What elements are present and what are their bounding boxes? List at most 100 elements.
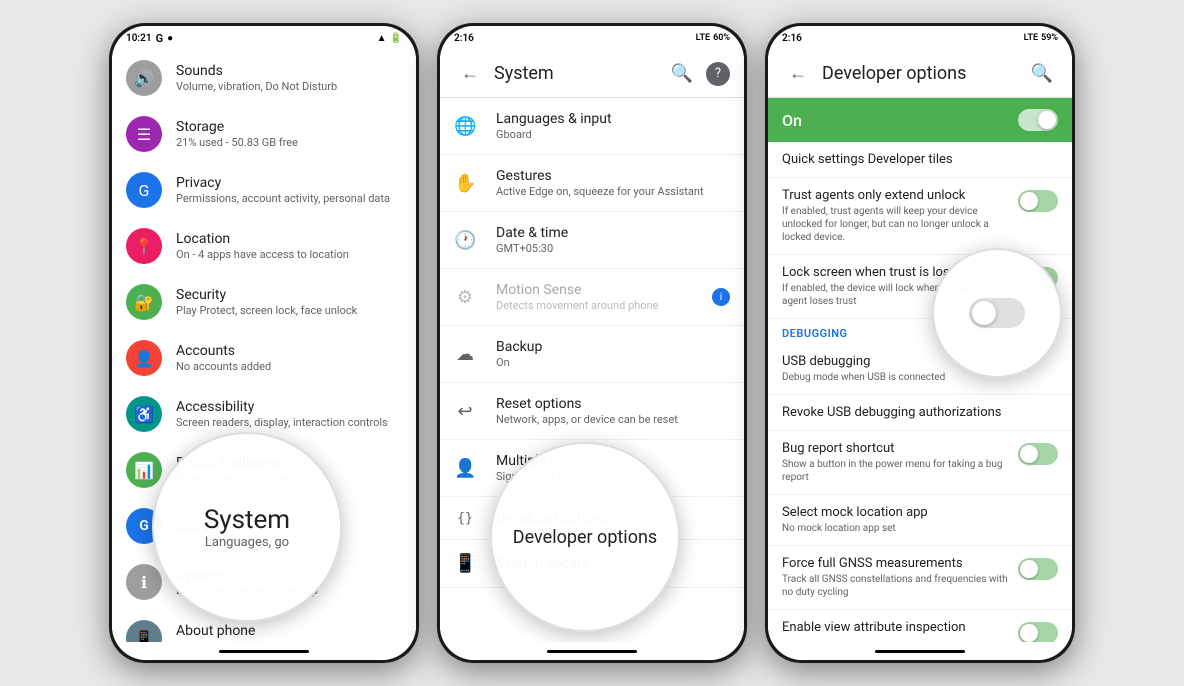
time-2: 2:16	[454, 33, 474, 44]
status-left-3: 2:16	[782, 33, 802, 44]
time-3: 2:16	[782, 33, 802, 44]
dev-setting-mock[interactable]: Select mock location app No mock locatio…	[768, 495, 1072, 546]
app-bar-3: ← Developer options 🔍	[768, 50, 1072, 98]
view-attr-toggle[interactable]	[1018, 622, 1058, 642]
datetime-subtitle: GMT+05:30	[496, 242, 730, 255]
status-bar-2: 2:16 LTE 60%	[440, 26, 744, 50]
dev-setting-view-attr-text: Enable view attribute inspection	[782, 620, 1010, 635]
gnss-toggle[interactable]	[1018, 558, 1058, 580]
menu-reset[interactable]: ↩ Reset options Network, apps, or device…	[440, 383, 744, 440]
dev-setting-quick[interactable]: Quick settings Developer tiles	[768, 142, 1072, 178]
dev-setting-bug-subtitle: Show a button in the power menu for taki…	[782, 458, 1010, 484]
system-icon: ℹ	[126, 564, 162, 600]
dev-setting-bug-title: Bug report shortcut	[782, 441, 1010, 456]
security-subtitle: Play Protect, screen lock, face unlock	[176, 304, 402, 317]
developer-icon: {}	[454, 511, 476, 526]
accessibility-subtitle: Screen readers, display, interaction con…	[176, 416, 402, 429]
help-button-2[interactable]: ?	[706, 62, 730, 86]
dev-setting-view-attr[interactable]: Enable view attribute inspection	[768, 610, 1072, 642]
dev-setting-trust-title: Trust agents only extend unlock	[782, 188, 1010, 203]
security-icon: 🔐	[126, 284, 162, 320]
languages-text: Languages & input Gboard	[496, 111, 730, 141]
dev-on-toggle[interactable]	[1018, 109, 1058, 131]
users-icon: 👤	[454, 458, 476, 479]
motion-title: Motion Sense	[496, 282, 692, 298]
dev-options-screen: On Quick settings Developer tiles Trust …	[768, 98, 1072, 642]
settings-item-location[interactable]: 📍 Location On - 4 apps have access to lo…	[112, 218, 416, 274]
motion-text: Motion Sense Detects movement around pho…	[496, 282, 692, 312]
bottom-bar-3	[875, 650, 965, 653]
battery-3: 59%	[1041, 33, 1058, 43]
back-button-3[interactable]: ←	[782, 58, 814, 90]
phone-1: 10:21 G ● ▲ 🔋 🔊 Sounds Volume, vibration…	[109, 23, 419, 663]
network-3: LTE	[1024, 33, 1038, 43]
search-button-3[interactable]: 🔍	[1026, 58, 1058, 90]
motion-icon: ⚙	[454, 287, 476, 308]
dev-setting-revoke-text: Revoke USB debugging authorizations	[782, 405, 1058, 420]
system-update-icon: 📱	[454, 553, 476, 574]
menu-languages[interactable]: 🌐 Languages & input Gboard	[440, 98, 744, 155]
battery-icon-1: 🔋	[390, 33, 402, 44]
magnifier-2: Developer options	[490, 442, 680, 632]
dev-setting-trust-subtitle: If enabled, trust agents will keep your …	[782, 205, 1010, 244]
backup-title: Backup	[496, 339, 730, 355]
status-left-1: 10:21 G ●	[126, 32, 173, 45]
menu-datetime[interactable]: 🕐 Date & time GMT+05:30	[440, 212, 744, 269]
bottom-bar-2	[547, 650, 637, 653]
accounts-text: Accounts No accounts added	[176, 343, 402, 373]
dev-on-label: On	[782, 111, 802, 130]
settings-item-privacy[interactable]: G Privacy Permissions, account activity,…	[112, 162, 416, 218]
magnifier-text-2: Developer options	[501, 527, 669, 548]
google-icon-1: G	[156, 32, 164, 45]
accounts-subtitle: No accounts added	[176, 360, 402, 373]
sounds-icon: 🔊	[126, 60, 162, 96]
network-2: LTE	[696, 33, 710, 43]
gestures-subtitle: Active Edge on, squeeze for your Assista…	[496, 185, 730, 198]
status-left-2: 2:16	[454, 33, 474, 44]
backup-text: Backup On	[496, 339, 730, 369]
settings-item-security[interactable]: 🔐 Security Play Protect, screen lock, fa…	[112, 274, 416, 330]
magnifier-3	[932, 248, 1062, 378]
back-button-2[interactable]: ←	[454, 58, 486, 90]
menu-motion[interactable]: ⚙ Motion Sense Detects movement around p…	[440, 269, 744, 326]
trust-toggle[interactable]	[1018, 190, 1058, 212]
dev-setting-revoke-title: Revoke USB debugging authorizations	[782, 405, 1058, 420]
settings-item-storage[interactable]: ☰ Storage 21% used - 50.83 GB free	[112, 106, 416, 162]
security-title: Security	[176, 287, 402, 303]
reset-title: Reset options	[496, 396, 730, 412]
storage-text: Storage 21% used - 50.83 GB free	[176, 119, 402, 149]
settings-item-sounds[interactable]: 🔊 Sounds Volume, vibration, Do Not Distu…	[112, 50, 416, 106]
backup-subtitle: On	[496, 356, 730, 369]
bug-toggle[interactable]	[1018, 443, 1058, 465]
dev-on-bar[interactable]: On	[768, 98, 1072, 142]
menu-gestures[interactable]: ✋ Gestures Active Edge on, squeeze for y…	[440, 155, 744, 212]
settings-item-accounts[interactable]: 👤 Accounts No accounts added	[112, 330, 416, 386]
dev-setting-gnss[interactable]: Force full GNSS measurements Track all G…	[768, 546, 1072, 610]
dev-setting-gnss-title: Force full GNSS measurements	[782, 556, 1010, 571]
privacy-text: Privacy Permissions, account activity, p…	[176, 175, 402, 205]
dev-setting-revoke[interactable]: Revoke USB debugging authorizations	[768, 395, 1072, 431]
about-text: About phone Pixel 4 XL	[176, 623, 402, 642]
search-button-2[interactable]: 🔍	[666, 58, 698, 90]
trust-toggle-thumb	[1020, 192, 1038, 210]
accessibility-text: Accessibility Screen readers, display, i…	[176, 399, 402, 429]
dev-setting-bug-text: Bug report shortcut Show a button in the…	[782, 441, 1010, 484]
accounts-icon: 👤	[126, 340, 162, 376]
settings-screen-1: 🔊 Sounds Volume, vibration, Do Not Distu…	[112, 50, 416, 642]
languages-subtitle: Gboard	[496, 128, 730, 141]
usb-toggle-magnified[interactable]	[969, 298, 1025, 328]
dev-setting-bug[interactable]: Bug report shortcut Show a button in the…	[768, 431, 1072, 495]
sounds-title: Sounds	[176, 63, 402, 79]
status-right-1: ▲ 🔋	[377, 33, 402, 44]
reset-subtitle: Network, apps, or device can be reset	[496, 413, 730, 426]
dev-setting-gnss-subtitle: Track all GNSS constellations and freque…	[782, 573, 1010, 599]
dev-setting-trust-text: Trust agents only extend unlock If enabl…	[782, 188, 1010, 244]
dev-setting-trust[interactable]: Trust agents only extend unlock If enabl…	[768, 178, 1072, 255]
reset-icon: ↩	[454, 401, 476, 422]
time-1: 10:21	[126, 33, 152, 44]
signal-icon-1: ●	[167, 33, 173, 44]
menu-backup[interactable]: ☁ Backup On	[440, 326, 744, 383]
status-right-2: LTE 60%	[696, 33, 730, 43]
wifi-icon-1: ▲	[377, 33, 387, 44]
storage-title: Storage	[176, 119, 402, 135]
